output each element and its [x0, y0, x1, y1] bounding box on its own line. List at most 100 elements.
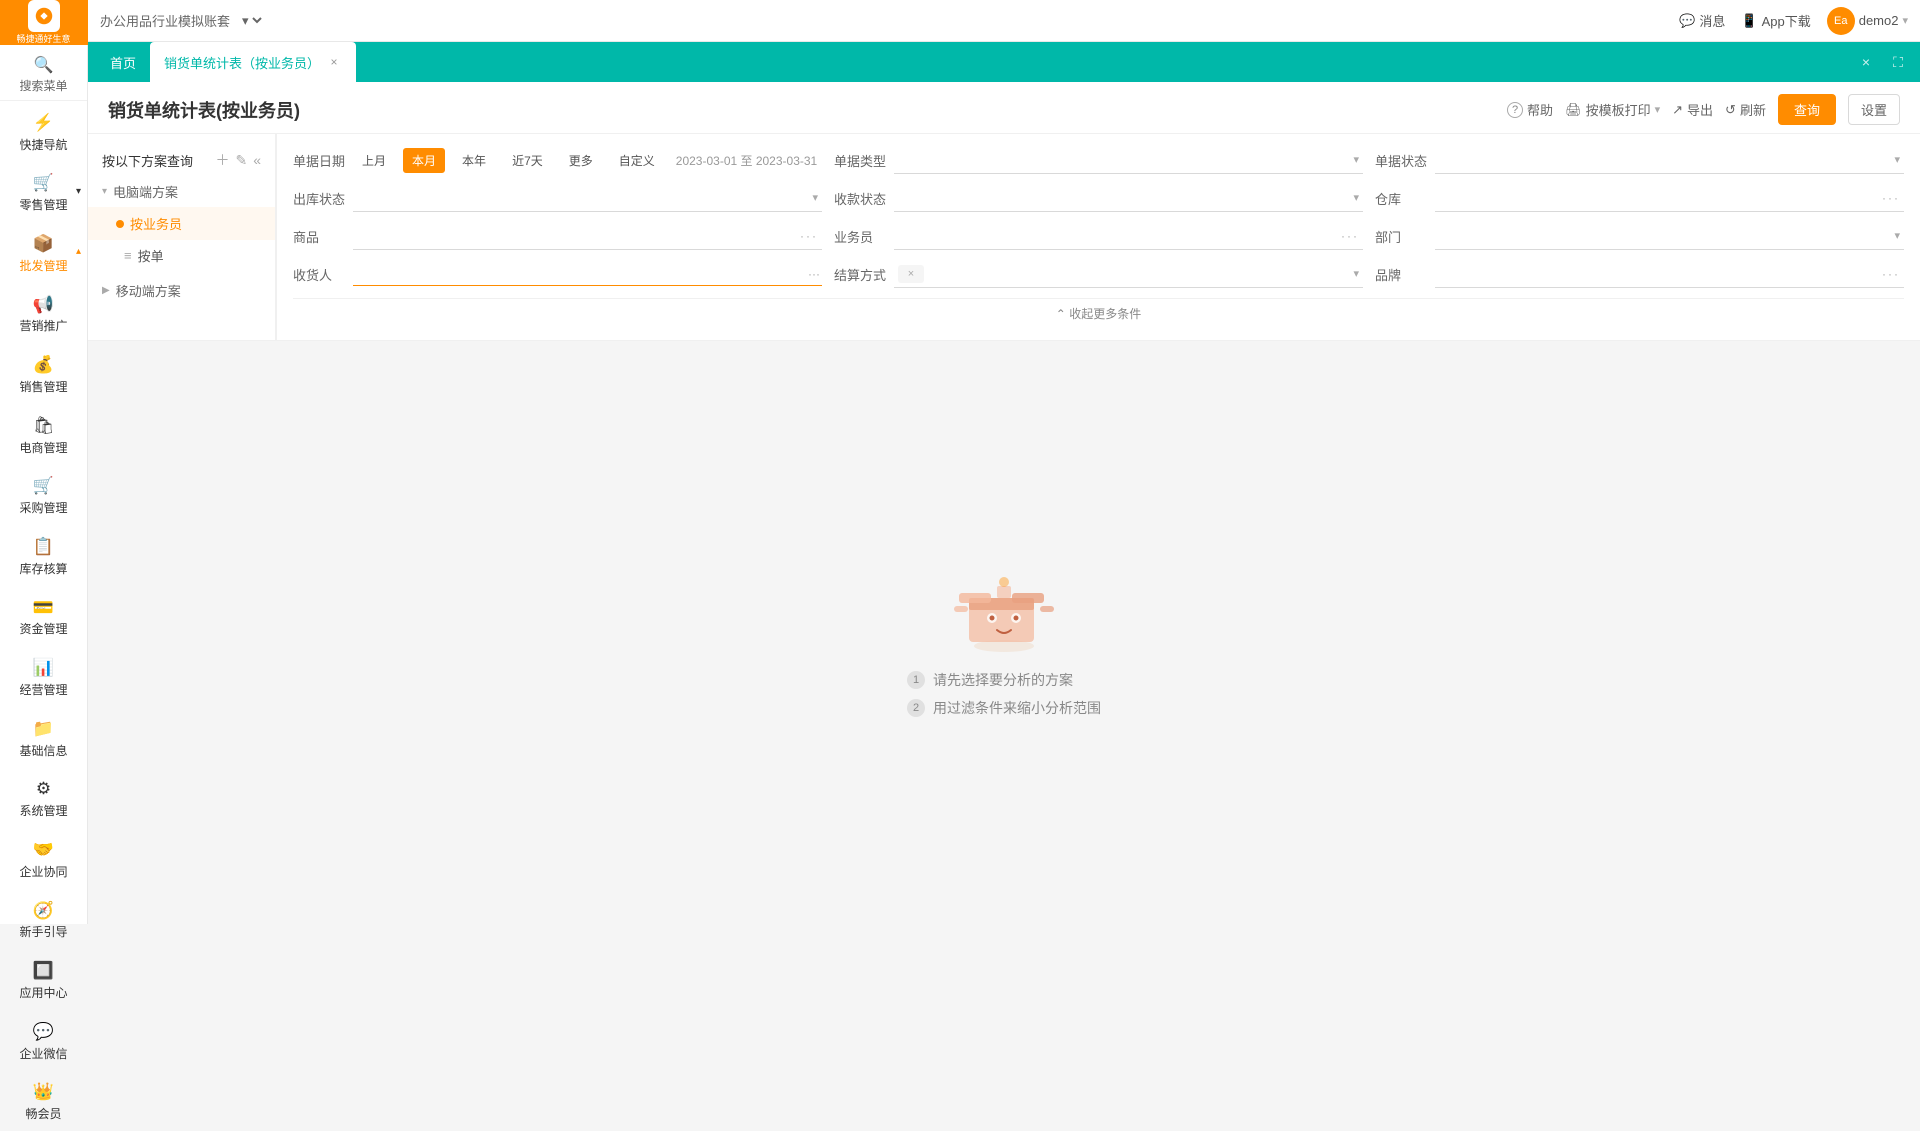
sales-label: 销售管理: [19, 379, 67, 396]
doc-type-dropdown[interactable]: ▾: [894, 146, 1363, 174]
date-btn-last7[interactable]: 近7天: [503, 148, 552, 173]
settlement-control: × ▾: [894, 260, 1363, 288]
message-action[interactable]: 💬 消息: [1679, 11, 1725, 30]
app-download-action[interactable]: 📱 App下载: [1741, 11, 1810, 30]
plan-subitem-by-order[interactable]: ≡ 按单: [88, 240, 275, 271]
search-menu[interactable]: 🔍 搜索菜单: [0, 45, 87, 101]
logo-icon: [28, 0, 60, 32]
export-button[interactable]: ↗ 导出: [1672, 100, 1713, 119]
quicknav-label: 快捷导航: [19, 137, 67, 154]
date-btn-this-month[interactable]: 本月: [403, 148, 445, 173]
sidebar-item-retail[interactable]: 🛒 零售管理 ▾: [0, 161, 87, 222]
collapse-panel-button[interactable]: «: [253, 152, 261, 168]
refresh-button[interactable]: ↺ 刷新: [1725, 100, 1766, 119]
recipient-control: ···: [353, 262, 822, 286]
sidebar-item-member[interactable]: 👑 畅会员: [0, 1070, 87, 1131]
topbar: 办公用品行业模拟账套 ▾ 💬 消息 📱 App下载 Ea demo2 ▾: [88, 0, 1920, 42]
user-action[interactable]: Ea demo2 ▾: [1827, 7, 1908, 35]
date-btn-more[interactable]: 更多: [560, 148, 602, 173]
payment-status-label: 收款状态: [834, 189, 886, 208]
out-status-dropdown[interactable]: ▾: [353, 184, 822, 212]
maximize-icon: ⛶: [1893, 54, 1903, 71]
help-button[interactable]: ? 帮助: [1507, 100, 1553, 119]
close-all-icon: ×: [1862, 54, 1870, 70]
print-button[interactable]: 🖨 按模板打印 ▾: [1565, 100, 1660, 119]
tab-close-all-button[interactable]: ×: [1852, 48, 1880, 76]
collapse-label: 收起更多条件: [1069, 307, 1141, 321]
sidebar-item-corpwechat[interactable]: 💬 企业微信: [0, 1010, 87, 1071]
page-header: 销货单统计表(按业务员) ? 帮助 🖨 按模板打印 ▾ ↗ 导出: [88, 82, 1920, 134]
appcenter-icon: 🔲: [33, 959, 54, 983]
sidebar-item-newbie[interactable]: 🧭 新手引导: [0, 889, 87, 950]
retail-icon: 🛒: [33, 171, 54, 195]
department-label: 部门: [1375, 227, 1427, 246]
plan-group-desktop-header[interactable]: ▾ 电脑端方案: [88, 176, 275, 207]
salesperson-filter: 业务员 ···: [834, 222, 1363, 250]
print-label: 按模板打印: [1586, 100, 1651, 119]
sidebar-item-marketing[interactable]: 📢 营销推广: [0, 283, 87, 344]
tab-maximize-button[interactable]: ⛶: [1884, 48, 1912, 76]
right-filter: 单据日期 上月 本月 本年 近7天 更多 自定义 2023-03-01 至 20…: [277, 134, 1920, 340]
plan-group-desktop: ▾ 电脑端方案 按业务员 ≡ 按单: [88, 176, 275, 271]
doc-type-chevron-icon: ▾: [1353, 153, 1359, 166]
export-icon: ↗: [1672, 102, 1683, 118]
recipient-input[interactable]: [353, 262, 822, 286]
username: demo2: [1859, 13, 1899, 28]
member-label: 畅会员: [25, 1106, 61, 1123]
finance-icon: 💳: [33, 596, 54, 620]
app-switcher[interactable]: ▾: [238, 12, 265, 29]
sidebar-item-wholesale[interactable]: 📦 批发管理 ▴: [0, 222, 87, 283]
warehouse-dropdown[interactable]: ···: [1435, 184, 1904, 212]
date-btn-this-year[interactable]: 本年: [453, 148, 495, 173]
goods-dropdown[interactable]: ···: [353, 222, 822, 250]
search-icon: 🔍: [34, 55, 54, 75]
hint-row-2: 2 用过滤条件来缩小分析范围: [907, 698, 1101, 718]
add-plan-button[interactable]: ＋: [215, 150, 229, 170]
date-range-text: 2023-03-01 至 2023-03-31: [676, 152, 817, 169]
doc-status-dropdown[interactable]: ▾: [1435, 146, 1904, 174]
sidebar-item-purchase[interactable]: 🛒 采购管理: [0, 464, 87, 525]
tab-home[interactable]: 首页: [96, 42, 150, 82]
wholesale-icon: 📦: [33, 232, 54, 256]
date-btn-custom[interactable]: 自定义: [610, 148, 664, 173]
department-dropdown[interactable]: ▾: [1435, 222, 1904, 250]
settings-button[interactable]: 设置: [1848, 94, 1900, 125]
plan-group-mobile-header[interactable]: ▶ 移动端方案: [88, 275, 275, 306]
tabbar-actions: × ⛶: [1852, 48, 1920, 76]
sidebar-item-finance[interactable]: 💳 资金管理: [0, 586, 87, 647]
salesperson-more-icon: ···: [1341, 229, 1359, 243]
left-panel-title-text: 按以下方案查询: [102, 151, 193, 170]
search-button[interactable]: 查询: [1778, 94, 1836, 125]
brand-dropdown[interactable]: ···: [1435, 260, 1904, 288]
salesperson-dropdown[interactable]: ···: [894, 222, 1363, 250]
department-control: ▾: [1435, 222, 1904, 250]
tab-close-button[interactable]: ×: [326, 54, 342, 70]
settlement-dropdown[interactable]: × ▾: [894, 260, 1363, 288]
tag-close-button[interactable]: ×: [904, 267, 918, 281]
brand-label: 品牌: [1375, 265, 1427, 284]
sidebar-item-collab[interactable]: 🤝 企业协同: [0, 828, 87, 889]
recipient-more-icon: ···: [808, 267, 820, 281]
collapse-filters-button[interactable]: ⌃ 收起更多条件: [293, 298, 1904, 328]
recipient-filter: 收货人 ···: [293, 262, 822, 286]
settlement-chevron-icon: ▾: [1353, 267, 1359, 280]
refresh-icon: ↺: [1725, 102, 1736, 118]
sidebar-item-inventory[interactable]: 📋 库存核算: [0, 525, 87, 586]
plan-item-by-salesperson[interactable]: 按业务员: [88, 207, 275, 240]
sidebar-quicknav[interactable]: ⚡ 快捷导航: [0, 101, 87, 162]
tab-home-label: 首页: [110, 53, 136, 72]
sidebar-item-operation[interactable]: 📊 经营管理: [0, 646, 87, 707]
sidebar-item-system[interactable]: ⚙ 系统管理: [0, 767, 87, 828]
message-icon: 💬: [1679, 13, 1695, 29]
payment-status-dropdown[interactable]: ▾: [894, 184, 1363, 212]
date-filter-item: 单据日期 上月 本月 本年 近7天 更多 自定义 2023-03-01 至 20…: [293, 148, 822, 173]
sidebar-item-ecom[interactable]: 🛍 电商管理: [0, 404, 87, 465]
edit-plan-button[interactable]: ✎: [235, 152, 247, 169]
sidebar-item-sales[interactable]: 💰 销售管理: [0, 343, 87, 404]
sidebar-item-appcenter[interactable]: 🔲 应用中心: [0, 949, 87, 1010]
date-btn-last-month[interactable]: 上月: [353, 148, 395, 173]
tab-sales-report-label: 销货单统计表（按业务员）: [164, 53, 320, 72]
department-filter: 部门 ▾: [1375, 222, 1904, 250]
sidebar-item-basic[interactable]: 📁 基础信息: [0, 707, 87, 768]
tab-sales-report[interactable]: 销货单统计表（按业务员） ×: [150, 42, 356, 82]
